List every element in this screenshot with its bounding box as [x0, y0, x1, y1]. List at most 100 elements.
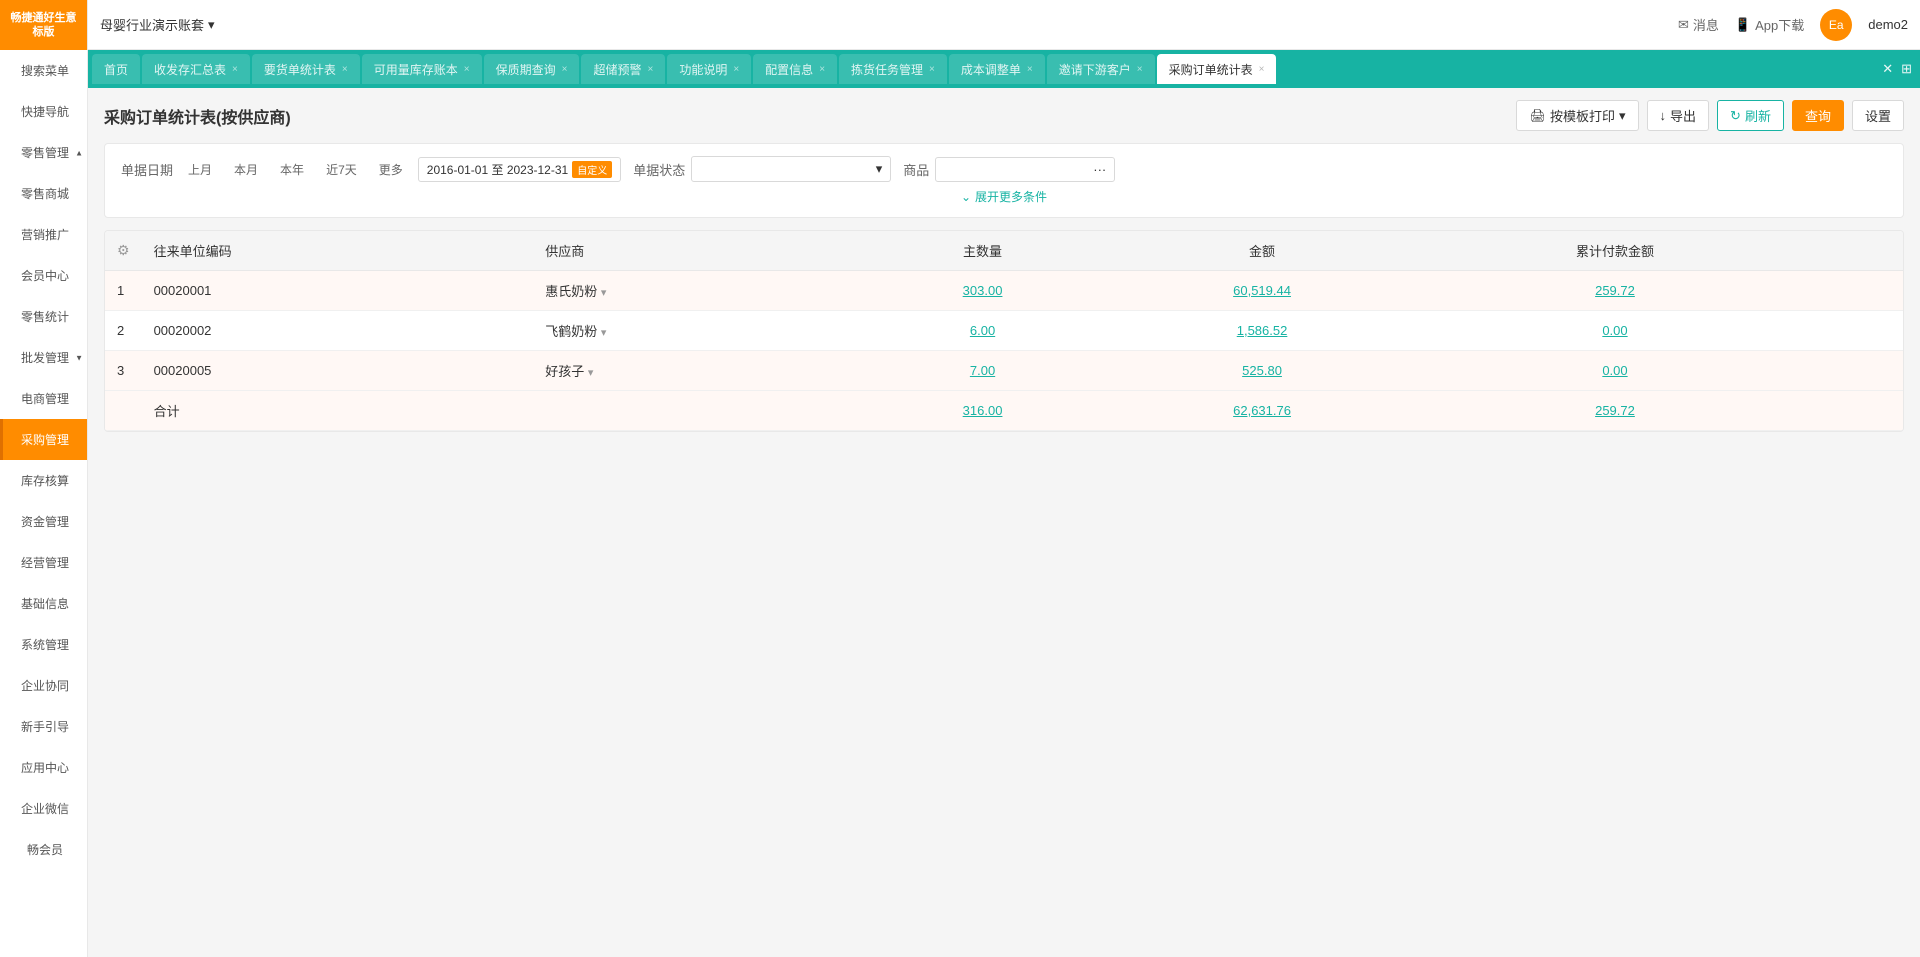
filter-area: 单据日期 上月 本月 本年 近7天 更多 2016-01-01 至 2023-1…: [104, 143, 1904, 218]
sidebar-item-系统管理[interactable]: 系统管理: [0, 624, 87, 665]
date-range-picker[interactable]: 2016-01-01 至 2023-12-31 自定义: [418, 157, 621, 182]
nav-tab-7[interactable]: 配置信息 ×: [753, 54, 837, 84]
cell-paid[interactable]: 0.00: [1419, 351, 1811, 391]
user-avatar[interactable]: Ea: [1820, 9, 1852, 41]
custom-badge: 自定义: [572, 161, 612, 178]
status-select[interactable]: ▾: [691, 156, 891, 182]
tab-close-2[interactable]: ×: [342, 64, 348, 75]
footer-empty-1: [105, 391, 142, 431]
sidebar-item-基础信息[interactable]: 基础信息: [0, 583, 87, 624]
sidebar-item-快捷导航[interactable]: 快捷导航: [0, 91, 87, 132]
footer-empty-3: [1811, 391, 1903, 431]
nav-tabs: 首页收发存汇总表 ×要货单统计表 ×可用量库存账本 ×保质期查询 ×超储预警 ×…: [88, 50, 1920, 88]
cell-supplier: 好孩子 ▾: [533, 351, 860, 391]
cell-extra: [1811, 351, 1903, 391]
nav-tab-4[interactable]: 保质期查询 ×: [484, 54, 580, 84]
cell-qty[interactable]: 6.00: [860, 311, 1105, 351]
shortcut-7days[interactable]: 近7天: [317, 158, 366, 181]
app-download-button[interactable]: 📱 App下载: [1735, 15, 1804, 34]
cell-num: 2: [105, 311, 142, 351]
nav-tab-8[interactable]: 拣货任务管理 ×: [839, 54, 947, 84]
sidebar-item-畅会员[interactable]: 畅会员: [0, 829, 87, 870]
sidebar-item-零售商城[interactable]: 零售商城: [0, 173, 87, 214]
tab-close-10[interactable]: ×: [1137, 64, 1143, 75]
printer-icon: 🖨: [1529, 108, 1546, 124]
th-qty: 主数量: [860, 231, 1105, 271]
footer-label: 合计: [142, 391, 534, 431]
column-settings-icon[interactable]: ⚙: [117, 242, 130, 258]
sidebar-item-营销推广[interactable]: 营销推广: [0, 214, 87, 255]
message-icon: ✉: [1678, 17, 1689, 33]
shortcut-more[interactable]: 更多: [370, 158, 412, 181]
print-button[interactable]: 🖨 按模板打印 ▾: [1516, 100, 1638, 131]
sidebar-item-资金管理[interactable]: 资金管理: [0, 501, 87, 542]
nav-tab-9[interactable]: 成本调整单 ×: [949, 54, 1045, 84]
tab-close-9[interactable]: ×: [1027, 64, 1033, 75]
sidebar-item-新手引导[interactable]: 新手引导: [0, 706, 87, 747]
account-name: 母婴行业演示账套: [100, 15, 204, 34]
nav-tab-6[interactable]: 功能说明 ×: [667, 54, 751, 84]
tab-close-3[interactable]: ×: [464, 64, 470, 75]
tab-close-6[interactable]: ×: [733, 64, 739, 75]
nav-tab-10[interactable]: 邀请下游客户 ×: [1047, 54, 1155, 84]
export-button[interactable]: ↓ 导出: [1647, 100, 1710, 131]
maximize-icon[interactable]: ⊞: [1901, 61, 1912, 77]
account-selector[interactable]: 母婴行业演示账套 ▾: [100, 15, 215, 34]
tab-close-8[interactable]: ×: [929, 64, 935, 75]
cell-amount[interactable]: 60,519.44: [1105, 271, 1419, 311]
shortcut-prev-month[interactable]: 上月: [179, 158, 221, 181]
sidebar-item-采购管理[interactable]: 采购管理: [0, 419, 87, 460]
th-toggle: ⚙: [105, 231, 142, 271]
chevron-down-icon: ⌄: [961, 190, 971, 204]
sidebar-item-库存核算[interactable]: 库存核算: [0, 460, 87, 501]
cell-num: 3: [105, 351, 142, 391]
sidebar-item-零售统计[interactable]: 零售统计: [0, 296, 87, 337]
sidebar-item-零售管理[interactable]: 零售管理: [0, 132, 87, 173]
cell-qty[interactable]: 303.00: [860, 271, 1105, 311]
sidebar-item-企业微信[interactable]: 企业微信: [0, 788, 87, 829]
expand-more-btn[interactable]: ⌄ 展开更多条件: [121, 182, 1887, 205]
tab-close-1[interactable]: ×: [232, 64, 238, 75]
sidebar-item-应用中心[interactable]: 应用中心: [0, 747, 87, 788]
goods-label: 商品: [903, 160, 929, 179]
shortcut-this-year[interactable]: 本年: [271, 158, 313, 181]
sidebar-item-电商管理[interactable]: 电商管理: [0, 378, 87, 419]
cell-qty[interactable]: 7.00: [860, 351, 1105, 391]
sidebar-item-经营管理[interactable]: 经营管理: [0, 542, 87, 583]
tab-close-4[interactable]: ×: [562, 64, 568, 75]
tab-close-11[interactable]: ×: [1259, 64, 1265, 75]
tab-close-7[interactable]: ×: [819, 64, 825, 75]
filter-row-1: 单据日期 上月 本月 本年 近7天 更多 2016-01-01 至 2023-1…: [121, 156, 1887, 182]
nav-tab-5[interactable]: 超储预警 ×: [581, 54, 665, 84]
goods-input[interactable]: ···: [935, 157, 1115, 182]
nav-tab-0[interactable]: 首页: [92, 54, 140, 84]
refresh-button[interactable]: ↻ 刷新: [1717, 100, 1784, 131]
nav-tab-11[interactable]: 采购订单统计表 ×: [1157, 54, 1277, 84]
cell-paid[interactable]: 259.72: [1419, 271, 1811, 311]
tab-close-5[interactable]: ×: [647, 64, 653, 75]
shortcut-this-month[interactable]: 本月: [225, 158, 267, 181]
th-paid: 累计付款金额: [1419, 231, 1811, 271]
data-table-wrap: ⚙ 往来单位编码 供应商 主数量 金额 累计付款金额 1 00020001 惠氏…: [104, 230, 1904, 432]
sidebar-item-搜索菜单[interactable]: 搜索菜单: [0, 50, 87, 91]
cell-paid[interactable]: 0.00: [1419, 311, 1811, 351]
username-label: demo2: [1868, 17, 1908, 32]
export-icon: ↓: [1660, 108, 1667, 123]
nav-tab-2[interactable]: 要货单统计表 ×: [252, 54, 360, 84]
messages-button[interactable]: ✉ 消息: [1678, 15, 1719, 34]
cell-amount[interactable]: 525.80: [1105, 351, 1419, 391]
footer-paid: 259.72: [1419, 391, 1811, 431]
cell-amount[interactable]: 1,586.52: [1105, 311, 1419, 351]
filter-goods-item: 商品 ···: [903, 157, 1115, 182]
close-window-icon[interactable]: ✕: [1882, 61, 1893, 77]
download-icon: 📱: [1735, 17, 1751, 33]
cell-supplier: 惠氏奶粉 ▾: [533, 271, 860, 311]
settings-button[interactable]: 设置: [1852, 100, 1904, 131]
th-amount: 金额: [1105, 231, 1419, 271]
sidebar-item-会员中心[interactable]: 会员中心: [0, 255, 87, 296]
sidebar-item-企业协同[interactable]: 企业协同: [0, 665, 87, 706]
nav-tab-1[interactable]: 收发存汇总表 ×: [142, 54, 250, 84]
nav-tab-3[interactable]: 可用量库存账本 ×: [362, 54, 482, 84]
sidebar-item-批发管理[interactable]: 批发管理: [0, 337, 87, 378]
query-button[interactable]: 查询: [1792, 100, 1844, 131]
